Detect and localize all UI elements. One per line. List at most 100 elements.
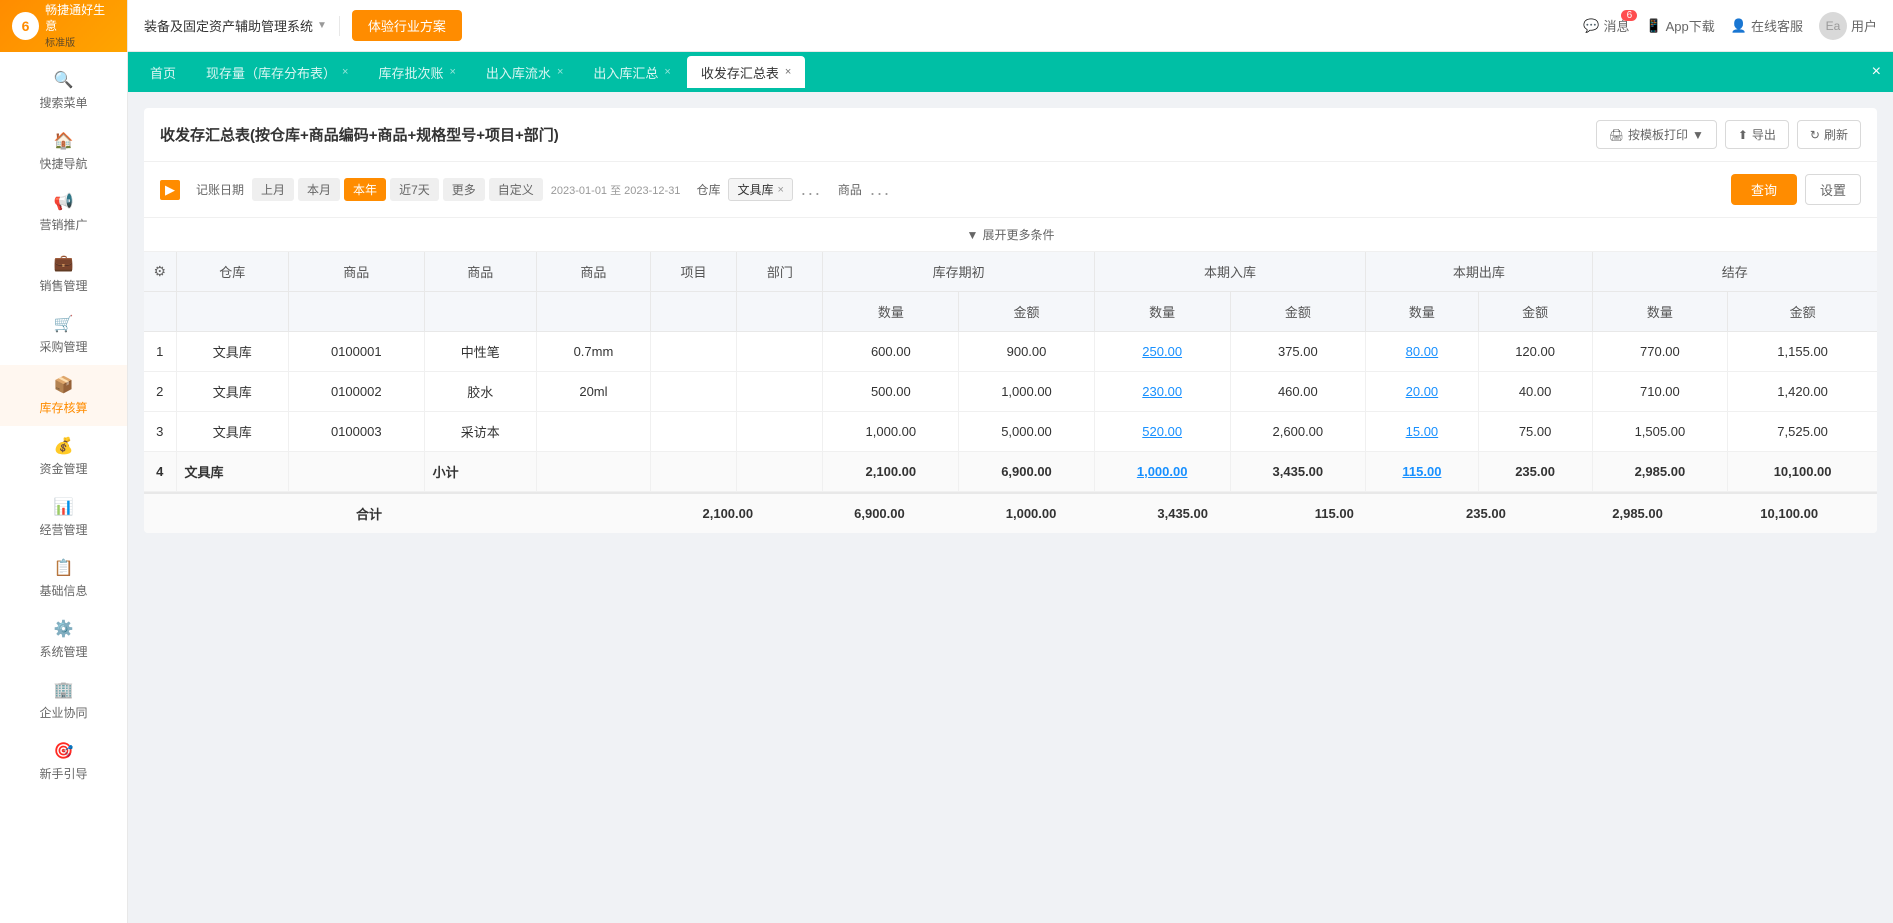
td-in-qty[interactable]: 250.00 (1094, 332, 1230, 372)
td-in-qty[interactable]: 1,000.00 (1094, 452, 1230, 492)
td-goods-spec (537, 452, 651, 492)
refresh-button[interactable]: ↻ 刷新 (1797, 120, 1861, 149)
sidebar-item-marketing[interactable]: 📢 营销推广 (0, 182, 127, 243)
system-title-dropdown[interactable]: 装备及固定资产辅助管理系统 ▼ (144, 16, 327, 35)
th-project: 项目 (650, 252, 736, 292)
td-bal-amt: 7,525.00 (1728, 412, 1877, 452)
purchase-icon: 🛒 (54, 314, 74, 334)
expand-chevron-icon: ▼ (967, 228, 979, 242)
home-icon: 🏠 (54, 131, 74, 151)
sidebar-item-label: 销售管理 (39, 277, 87, 294)
table-row: 4文具库小计2,100.006,900.001,000.003,435.0011… (144, 452, 1877, 492)
expand-more-bar: ▼ 展开更多条件 (144, 218, 1877, 252)
expand-more-label: 展开更多条件 (982, 226, 1054, 243)
td-in-qty[interactable]: 520.00 (1094, 412, 1230, 452)
user-item[interactable]: Ea 用户 (1819, 12, 1877, 40)
query-button[interactable]: 查询 (1731, 174, 1797, 205)
footer-bal-qty: 2,985.00 (1566, 506, 1710, 521)
sidebar-item-operations[interactable]: 📊 经营管理 (0, 487, 127, 548)
filter-bar: ▶ 记账日期 上月 本月 本年 近7天 更多 自定义 2023-01-01 至 … (144, 162, 1877, 218)
date-btn-more[interactable]: 更多 (443, 178, 485, 201)
service-icon: 👤 (1731, 18, 1747, 34)
date-btn-7days[interactable]: 近7天 (390, 178, 439, 201)
sidebar-item-inventory[interactable]: 📦 库存核算 (0, 365, 127, 426)
td-in-qty[interactable]: 230.00 (1094, 372, 1230, 412)
sidebar-item-guide[interactable]: 🎯 新手引导 (0, 731, 127, 792)
td-bal-amt: 1,420.00 (1728, 372, 1877, 412)
footer-in-qty: 1,000.00 (959, 506, 1103, 521)
td-in-amt: 2,600.00 (1230, 412, 1366, 452)
settings-button[interactable]: 设置 (1805, 174, 1861, 205)
td-goods-spec (537, 412, 651, 452)
export-button[interactable]: ⬆ 导出 (1725, 120, 1789, 149)
td-project (650, 332, 736, 372)
filter-toggle-button[interactable]: ▶ (160, 180, 180, 200)
th-code-sub (288, 292, 424, 332)
tab-batch[interactable]: 库存批次账 × (364, 56, 469, 88)
tab-inout-summary[interactable]: 出入库汇总 × (579, 56, 684, 88)
footer-out-qty: 115.00 (1263, 506, 1407, 521)
online-service-item[interactable]: 👤 在线客服 (1731, 16, 1803, 35)
main-content: 收发存汇总表(按仓库+商品编码+商品+规格型号+项目+部门) 🖨 按模板打印 ▼… (128, 92, 1893, 923)
td-project (650, 412, 736, 452)
print-button[interactable]: 🖨 按模板打印 ▼ (1596, 120, 1717, 149)
tab-bar-close-all[interactable]: × (1868, 63, 1885, 81)
tab-batch-close[interactable]: × (449, 66, 455, 78)
message-item[interactable]: 💬 消息 6 (1583, 16, 1629, 35)
tab-recv-send[interactable]: 收发存汇总表 × (687, 56, 805, 88)
table-settings-icon[interactable]: ⚙ (153, 263, 166, 279)
date-btn-this-year[interactable]: 本年 (344, 178, 386, 201)
th-goods-code: 商品 (288, 252, 424, 292)
sidebar-nav: 🔍 搜索菜单 🏠 快捷导航 📢 营销推广 💼 销售管理 🛒 采购管理 📦 库存核… (0, 52, 127, 923)
sidebar-item-system[interactable]: ⚙️ 系统管理 (0, 609, 127, 670)
td-goods-code: 0100002 (288, 372, 424, 412)
export-label: 导出 (1752, 126, 1776, 143)
date-btn-last-month[interactable]: 上月 (252, 178, 294, 201)
tab-recv-send-close[interactable]: × (785, 66, 791, 78)
td-warehouse: 文具库 (176, 412, 288, 452)
footer-bal-amt: 10,100.00 (1717, 506, 1861, 521)
trial-button[interactable]: 体验行业方案 (352, 10, 462, 41)
tab-inout-summary-close[interactable]: × (664, 66, 670, 78)
sidebar-item-enterprise[interactable]: 🏢 企业协同 (0, 670, 127, 731)
tab-inout-flow-close[interactable]: × (557, 66, 563, 78)
app-logo: 6 畅捷通好生意 标准版 (0, 0, 127, 52)
sidebar-item-label: 采购管理 (39, 338, 87, 355)
td-no: 4 (144, 452, 176, 492)
refresh-label: 刷新 (1824, 126, 1848, 143)
tab-home[interactable]: 首页 (136, 56, 190, 88)
td-out-qty[interactable]: 20.00 (1366, 372, 1478, 412)
warehouse-filter-more[interactable]: ... (801, 179, 822, 200)
warehouse-tag-remove[interactable]: × (777, 184, 783, 196)
header-right: 💬 消息 6 📱 App下载 👤 在线客服 Ea 用户 (1583, 12, 1877, 40)
sidebar-item-sales[interactable]: 💼 销售管理 (0, 243, 127, 304)
goods-filter: 商品 ... (838, 179, 891, 200)
td-out-qty[interactable]: 115.00 (1366, 452, 1478, 492)
td-out-qty[interactable]: 80.00 (1366, 332, 1478, 372)
date-btn-this-month[interactable]: 本月 (298, 178, 340, 201)
tab-inout-flow[interactable]: 出入库流水 × (472, 56, 577, 88)
sidebar-item-purchase[interactable]: 🛒 采购管理 (0, 304, 127, 365)
expand-more-button[interactable]: ▼ 展开更多条件 (967, 226, 1055, 243)
td-no: 2 (144, 372, 176, 412)
tab-stock-dist-close[interactable]: × (342, 66, 348, 78)
td-open-qty: 500.00 (823, 372, 959, 412)
tab-recv-send-label: 收发存汇总表 (701, 63, 779, 82)
sidebar-item-finance[interactable]: 💰 资金管理 (0, 426, 127, 487)
sidebar-item-quick[interactable]: 🏠 快捷导航 (0, 121, 127, 182)
sidebar-item-baseinfo[interactable]: 📋 基础信息 (0, 548, 127, 609)
date-btn-custom[interactable]: 自定义 (489, 178, 543, 201)
message-icon: 💬 (1583, 18, 1599, 34)
sidebar-item-label: 系统管理 (39, 643, 87, 660)
td-open-amt: 6,900.00 (959, 452, 1095, 492)
sidebar-item-label: 库存核算 (39, 399, 87, 416)
td-bal-qty: 770.00 (1592, 332, 1728, 372)
sidebar-item-label: 快捷导航 (39, 155, 87, 172)
logo-icon: 6 (12, 12, 39, 40)
td-out-qty[interactable]: 15.00 (1366, 412, 1478, 452)
date-shortcuts: 上月 本月 本年 近7天 更多 自定义 (252, 178, 543, 201)
sidebar-item-search[interactable]: 🔍 搜索菜单 (0, 60, 127, 121)
goods-filter-more[interactable]: ... (870, 179, 891, 200)
tab-stock-dist[interactable]: 现存量（库存分布表） × (192, 56, 362, 88)
app-download-item[interactable]: 📱 App下载 (1645, 16, 1714, 35)
